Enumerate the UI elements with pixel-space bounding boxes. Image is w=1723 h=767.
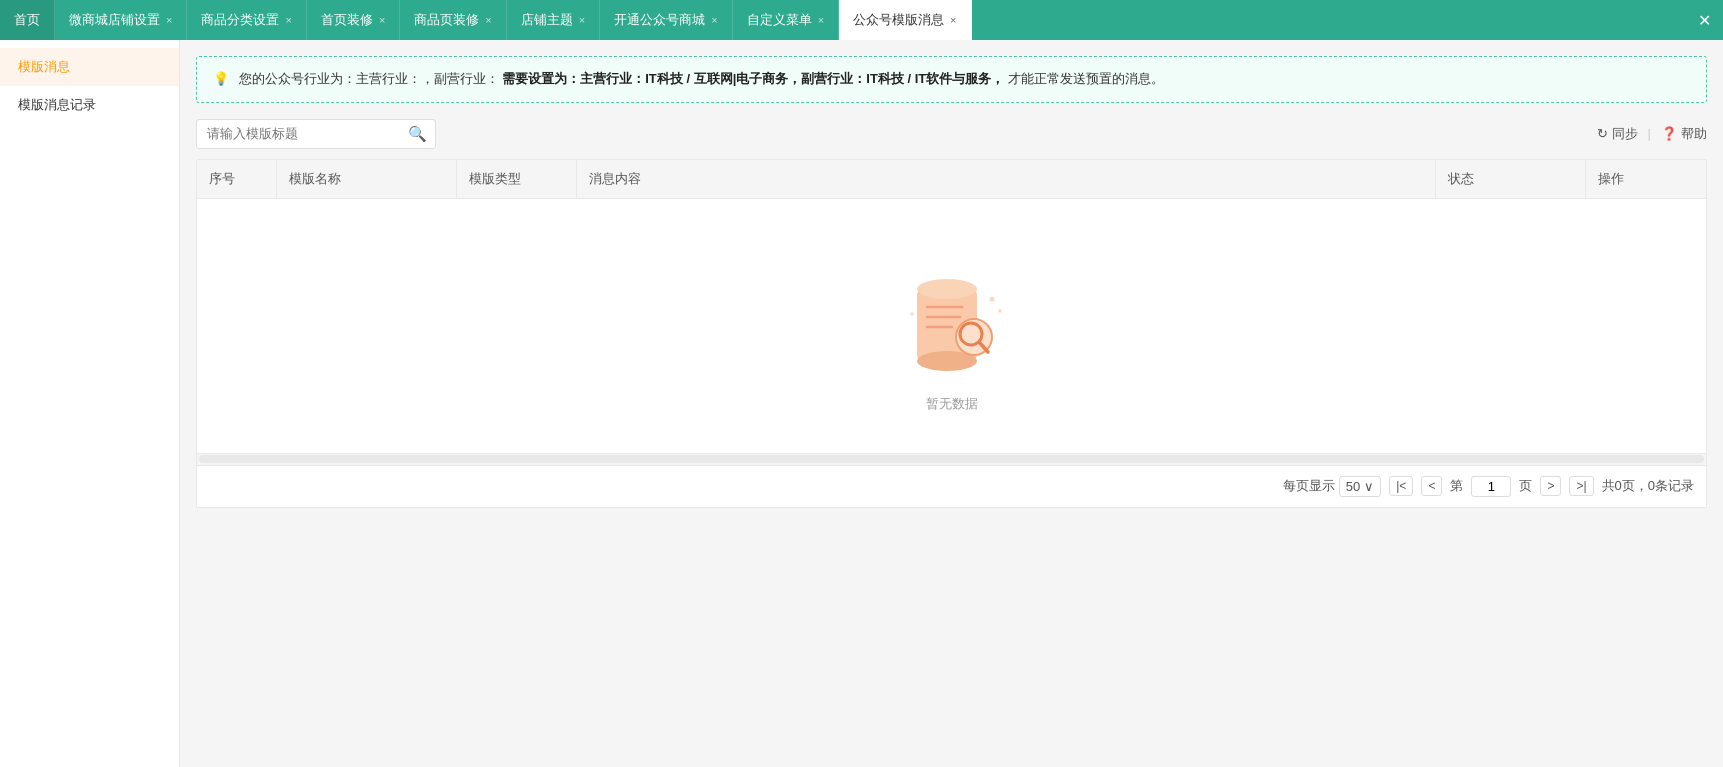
nav-tab-product-page-close[interactable]: × [485,14,491,26]
nav-tab-category-label: 商品分类设置 [201,11,279,29]
scrollbar-row[interactable] [197,453,1706,465]
help-label: 帮助 [1681,125,1707,143]
nav-tab-home-label: 首页 [14,11,40,29]
col-header-status: 状态 [1436,160,1586,198]
next-page-button[interactable]: > [1540,476,1561,496]
sidebar-item-template-message[interactable]: 模版消息 [0,48,179,86]
nav-tab-homepage[interactable]: 首页装修 × [307,0,400,40]
svg-point-10 [989,296,994,301]
notice-icon: 💡 [213,71,229,86]
svg-point-11 [998,309,1002,313]
page-label-before: 第 [1450,477,1463,495]
nav-tab-theme[interactable]: 店铺主题 × [507,0,600,40]
toolbar-divider: | [1648,126,1651,141]
dropdown-arrow-icon: ∨ [1364,479,1374,494]
table-wrapper: 序号 模版名称 模版类型 消息内容 状态 操作 [196,159,1707,508]
first-page-button[interactable]: |< [1389,476,1413,496]
empty-state: 暂无数据 [197,199,1706,453]
nav-tab-open-mall-label: 开通公众号商城 [614,11,705,29]
nav-tab-home[interactable]: 首页 [0,0,55,40]
nav-tab-theme-label: 店铺主题 [521,11,573,29]
nav-tab-category-close[interactable]: × [285,14,291,26]
top-navigation: 首页 微商城店铺设置 × 商品分类设置 × 首页装修 × 商品页装修 × 店铺主… [0,0,1723,40]
col-header-content: 消息内容 [577,160,1436,198]
nav-tab-open-mall-close[interactable]: × [711,14,717,26]
col-header-index: 序号 [197,160,277,198]
page-number-input[interactable] [1471,476,1511,497]
empty-text: 暂无数据 [926,395,978,413]
nav-tab-homepage-label: 首页装修 [321,11,373,29]
nav-tab-shop-settings[interactable]: 微商城店铺设置 × [55,0,187,40]
table-header: 序号 模版名称 模版类型 消息内容 状态 操作 [197,160,1706,199]
main-layout: 模版消息 模版消息记录 💡 您的公众号行业为：主营行业：，副营行业： 需要设置为… [0,40,1723,767]
nav-tab-homepage-close[interactable]: × [379,14,385,26]
sidebar-item-template-message-label: 模版消息 [18,59,70,74]
col-header-type: 模版类型 [457,160,577,198]
nav-tab-custom-menu-label: 自定义菜单 [747,11,812,29]
page-size-select: 每页显示 50 ∨ [1283,476,1381,497]
sync-label: 同步 [1612,125,1638,143]
nav-tab-open-mall[interactable]: 开通公众号商城 × [600,0,732,40]
col-header-action: 操作 [1586,160,1706,198]
empty-state-icon [892,259,1012,379]
toolbar-right: ↻ 同步 | ❓ 帮助 [1597,125,1707,143]
col-header-name: 模版名称 [277,160,457,198]
page-size-label: 每页显示 [1283,477,1335,495]
help-icon: ❓ [1661,126,1677,141]
notice-highlight: 需要设置为：主营行业：IT科技 / 互联网|电子商务，副营行业：IT科技 / I… [502,71,1004,86]
nav-tab-custom-menu[interactable]: 自定义菜单 × [733,0,839,40]
pagination: 每页显示 50 ∨ |< < 第 页 > >| 共0页，0条记录 [197,465,1706,507]
notice-box: 💡 您的公众号行业为：主营行业：，副营行业： 需要设置为：主营行业：IT科技 /… [196,56,1707,103]
nav-tab-shop-settings-close[interactable]: × [166,14,172,26]
prev-page-button[interactable]: < [1421,476,1442,496]
search-box: 🔍 [196,119,436,149]
last-page-button[interactable]: >| [1569,476,1593,496]
close-all-button[interactable]: ✕ [1686,11,1723,30]
page-label-after: 页 [1519,477,1532,495]
sync-button[interactable]: ↻ 同步 [1597,125,1638,143]
page-size-dropdown[interactable]: 50 ∨ [1339,476,1381,497]
page-size-value: 50 [1346,479,1360,494]
total-label: 共0页，0条记录 [1602,477,1694,495]
scrollbar-track[interactable] [199,455,1704,463]
nav-tab-product-page[interactable]: 商品页装修 × [400,0,506,40]
nav-tab-template-message[interactable]: 公众号模版消息 × [839,0,971,40]
sidebar: 模版消息 模版消息记录 [0,40,180,767]
nav-tab-template-message-label: 公众号模版消息 [853,11,944,29]
toolbar: 🔍 ↻ 同步 | ❓ 帮助 [196,119,1707,149]
nav-tab-shop-settings-label: 微商城店铺设置 [69,11,160,29]
sync-icon: ↻ [1597,126,1608,141]
sidebar-item-template-message-record-label: 模版消息记录 [18,97,96,112]
search-button[interactable]: 🔍 [400,120,435,148]
svg-point-2 [917,279,977,299]
nav-tab-product-page-label: 商品页装修 [414,11,479,29]
nav-tab-theme-close[interactable]: × [579,14,585,26]
nav-tab-custom-menu-close[interactable]: × [818,14,824,26]
svg-point-12 [910,312,914,316]
search-input[interactable] [197,121,400,146]
nav-tab-category[interactable]: 商品分类设置 × [187,0,306,40]
notice-suffix: 才能正常发送预置的消息。 [1008,71,1164,86]
notice-prefix: 您的公众号行业为：主营行业：，副营行业： [239,71,499,86]
nav-tab-template-message-close[interactable]: × [950,14,956,26]
content-area: 💡 您的公众号行业为：主营行业：，副营行业： 需要设置为：主营行业：IT科技 /… [180,40,1723,767]
sidebar-item-template-message-record[interactable]: 模版消息记录 [0,86,179,124]
help-button[interactable]: ❓ 帮助 [1661,125,1707,143]
